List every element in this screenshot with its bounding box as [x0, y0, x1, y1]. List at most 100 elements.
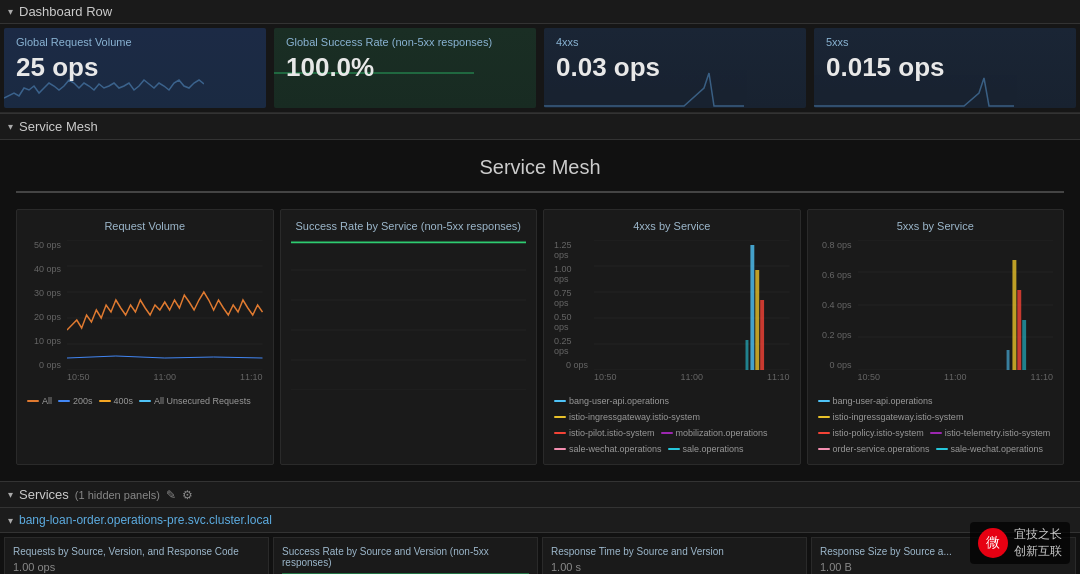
dashboard-row-title: Dashboard Row [19, 4, 112, 19]
request-volume-y-axis: 50 ops 40 ops 30 ops 20 ops 10 ops 0 ops [27, 240, 65, 370]
stat-card-0-title: Global Request Volume [16, 36, 254, 48]
services-settings-icon[interactable]: ⚙ [182, 488, 193, 502]
legend-dot-bang-user [554, 400, 566, 402]
5xxs-legend: bang-user-api.operations istio-ingressga… [818, 396, 1054, 454]
5xxs-legend-dot-istio-policy [818, 432, 830, 434]
stat-card-1-value: 100.0% [286, 52, 524, 83]
legend-dot-all [27, 400, 39, 402]
legend-dot-sale-wechat [554, 448, 566, 450]
stat-card-2-title: 4xxs [556, 36, 794, 48]
5xxs-legend-dot-order-service [818, 448, 830, 450]
5xxs-legend-bang-user: bang-user-api.operations [818, 396, 933, 406]
watermark-logo: 微 [978, 528, 1008, 558]
services-section-header: ▾ Services (1 hidden panels) ✎ ⚙ [0, 481, 1080, 508]
request-volume-svg-area [67, 240, 263, 370]
service-instance-chevron[interactable]: ▾ [8, 515, 13, 526]
4xxs-legend: bang-user-api.operations istio-ingressga… [554, 396, 790, 454]
services-edit-icon[interactable]: ✎ [166, 488, 176, 502]
legend-item-istio-pilot: istio-pilot.istio-system [554, 428, 655, 438]
legend-item-200s: 200s [58, 396, 93, 406]
service-mesh-chevron[interactable]: ▾ [8, 121, 13, 132]
success-rate-title: Success Rate by Service (non-5xx respons… [291, 220, 527, 232]
legend-dot-istio-ingress [554, 416, 566, 418]
stats-row: Global Request Volume 25 ops Global Succ… [0, 24, 1080, 113]
4xxs-chart: 4xxs by Service 1.25 ops 1.00 ops 0.75 o… [543, 209, 801, 465]
services-badge: (1 hidden panels) [75, 489, 160, 501]
4xxs-title: 4xxs by Service [554, 220, 790, 232]
stat-card-2-value: 0.03 ops [556, 52, 794, 83]
5xxs-svg-area [858, 240, 1054, 370]
4xxs-svg [594, 240, 790, 370]
5xxs-legend-sale-wechat: sale-wechat.operations [936, 444, 1044, 454]
legend-dot-sale [668, 448, 680, 450]
watermark: 微 宜技之长 创新互联 [970, 522, 1070, 564]
4xxs-y-axis: 1.25 ops 1.00 ops 0.75 ops 0.50 ops 0.25… [554, 240, 592, 370]
request-volume-legend: All 200s 400s All Unsecured Requests [27, 396, 263, 406]
5xxs-chart-area: 0.8 ops 0.6 ops 0.4 ops 0.2 ops 0 ops [818, 240, 1054, 390]
bottom-chart-2: Response Time by Source and Version 1.00… [542, 537, 807, 574]
legend-item-istio-ingress: istio-ingressgateway.istio-system [554, 412, 700, 422]
4xxs-x-axis: 10:50 11:00 11:10 [594, 372, 790, 390]
service-mesh-section-header[interactable]: ▾ Service Mesh [0, 113, 1080, 140]
legend-item-bang-user: bang-user-api.operations [554, 396, 669, 406]
legend-item-mobilization: mobilization.operations [661, 428, 768, 438]
legend-dot-istio-pilot [554, 432, 566, 434]
dashboard-row-chevron[interactable]: ▾ [8, 6, 13, 17]
svg-rect-19 [755, 270, 759, 370]
legend-dot-200s [58, 400, 70, 402]
success-rate-chart-area [291, 240, 527, 390]
stat-card-0: Global Request Volume 25 ops [4, 28, 266, 108]
4xxs-svg-area [594, 240, 790, 370]
bottom-chart-1-title: Success Rate by Source and Version (non-… [282, 546, 529, 568]
5xxs-y-axis: 0.8 ops 0.6 ops 0.4 ops 0.2 ops 0 ops [818, 240, 856, 370]
service-mesh-panel: Service Mesh Request Volume 50 ops 40 op… [0, 140, 1080, 481]
watermark-content: 宜技之长 创新互联 [1014, 526, 1062, 560]
request-volume-title: Request Volume [27, 220, 263, 232]
request-volume-x-axis: 10:50 11:00 11:10 [67, 372, 263, 390]
stat-card-2: 4xxs 0.03 ops [544, 28, 806, 108]
watermark-brand: 宜技之长 [1014, 526, 1062, 543]
legend-item-sale-wechat: sale-wechat.operations [554, 444, 662, 454]
5xxs-legend-order-service: order-service.operations [818, 444, 930, 454]
watermark-sub: 创新互联 [1014, 543, 1062, 560]
5xxs-legend-dot-sale-wechat [936, 448, 948, 450]
stat-card-0-value: 25 ops [16, 52, 254, 83]
request-volume-chart: Request Volume 50 ops 40 ops 30 ops 20 o… [16, 209, 274, 465]
service-instance-title: bang-loan-order.operations-pre.svc.clust… [19, 513, 272, 527]
legend-item-sale: sale.operations [668, 444, 744, 454]
request-volume-svg [67, 240, 263, 370]
success-rate-svg [291, 240, 527, 390]
charts-row: Request Volume 50 ops 40 ops 30 ops 20 o… [16, 209, 1064, 465]
5xxs-legend-istio-policy: istio-policy.istio-system [818, 428, 924, 438]
request-volume-chart-area: 50 ops 40 ops 30 ops 20 ops 10 ops 0 ops [27, 240, 263, 390]
5xxs-legend-istio-ingress: istio-ingressgateway.istio-system [818, 412, 964, 422]
5xxs-legend-istio-telemetry: istio-telemetry.istio-system [930, 428, 1050, 438]
service-mesh-section-label: Service Mesh [19, 119, 98, 134]
bottom-chart-1: Success Rate by Source and Version (non-… [273, 537, 538, 574]
svg-rect-20 [760, 300, 764, 370]
dashboard-row-header: ▾ Dashboard Row [0, 0, 1080, 24]
legend-dot-400s [99, 400, 111, 402]
5xxs-legend-dot-istio-telemetry [930, 432, 942, 434]
svg-rect-30 [1006, 350, 1009, 370]
svg-rect-29 [1022, 320, 1026, 370]
bottom-chart-0-value: 1.00 ops [13, 561, 260, 573]
4xxs-chart-area: 1.25 ops 1.00 ops 0.75 ops 0.50 ops 0.25… [554, 240, 790, 390]
5xxs-legend-dot-istio-ingress [818, 416, 830, 418]
bottom-chart-0-title: Requests by Source, Version, and Respons… [13, 546, 260, 557]
5xxs-svg [858, 240, 1054, 370]
bottom-chart-0: Requests by Source, Version, and Respons… [4, 537, 269, 574]
legend-dot-unsecured [139, 400, 151, 402]
bottom-chart-2-title: Response Time by Source and Version [551, 546, 798, 557]
services-chevron[interactable]: ▾ [8, 489, 13, 500]
legend-item-unsecured: All Unsecured Requests [139, 396, 251, 406]
stat-card-3: 5xxs 0.015 ops [814, 28, 1076, 108]
svg-rect-27 [1012, 260, 1016, 370]
5xxs-legend-dot-bang-user [818, 400, 830, 402]
service-mesh-title: Service Mesh [16, 156, 1064, 193]
success-rate-chart: Success Rate by Service (non-5xx respons… [280, 209, 538, 465]
stat-card-3-title: 5xxs [826, 36, 1064, 48]
bottom-charts-row: Requests by Source, Version, and Respons… [0, 533, 1080, 574]
bottom-chart-2-value: 1.00 s [551, 561, 798, 573]
stat-card-1-title: Global Success Rate (non-5xx responses) [286, 36, 524, 48]
